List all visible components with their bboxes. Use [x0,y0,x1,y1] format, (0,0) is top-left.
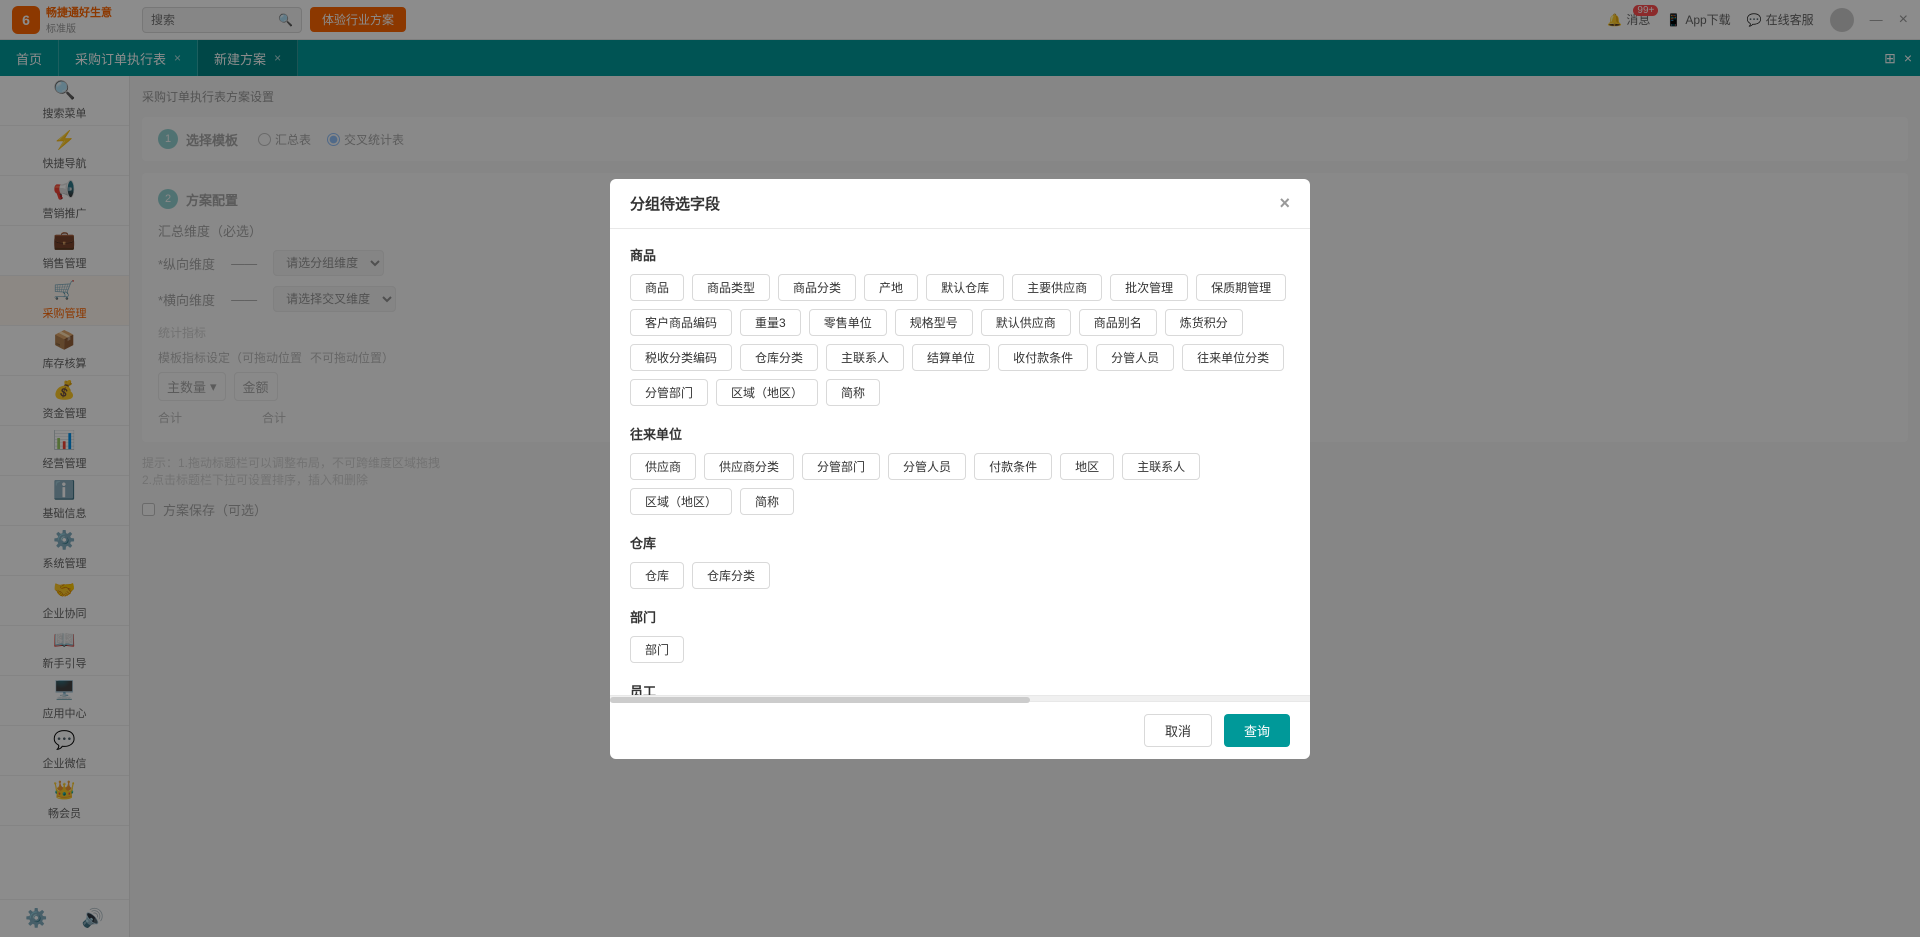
section-dept: 部门 部门 [630,607,1290,663]
tag-main-contact[interactable]: 主联系人 [826,344,904,371]
tag-payment-terms2[interactable]: 付款条件 [974,453,1052,480]
tag-warehouse-cat[interactable]: 仓库分类 [692,562,770,589]
tag-weight[interactable]: 重量3 [740,309,801,336]
dept-tags: 部门 [630,636,1290,663]
tag-customer-code[interactable]: 客户商品编码 [630,309,732,336]
modal-close-btn[interactable]: × [1279,194,1290,212]
tag-origin[interactable]: 产地 [864,274,918,301]
section-employee: 员工 业务员 [630,681,1290,695]
confirm-button[interactable]: 查询 [1224,714,1290,747]
tag-manager[interactable]: 分管人员 [1096,344,1174,371]
section-dept-title: 部门 [630,607,1290,626]
tag-payment-terms[interactable]: 收付款条件 [998,344,1088,371]
modal-horizontal-scrollbar[interactable] [610,695,1310,701]
section-employee-title: 员工 [630,681,1290,695]
tag-supplier-category[interactable]: 供应商分类 [704,453,794,480]
tag-goods[interactable]: 商品 [630,274,684,301]
tag-short-name[interactable]: 简称 [826,379,880,406]
section-warehouse: 仓库 仓库 仓库分类 [630,533,1290,589]
tag-retail-unit[interactable]: 零售单位 [809,309,887,336]
field-select-modal: 分组待选字段 × 商品 商品 商品类型 商品分类 产地 默认仓库 主要供应商 批… [610,179,1310,759]
tag-region[interactable]: 区域（地区） [716,379,818,406]
tag-points[interactable]: 炼货积分 [1165,309,1243,336]
modal-hscroll-thumb [610,697,1030,703]
tag-short-name2[interactable]: 简称 [740,488,794,515]
section-counterpart-title: 往来单位 [630,424,1290,443]
tag-goods-alias[interactable]: 商品别名 [1079,309,1157,336]
tag-region2[interactable]: 区域（地区） [630,488,732,515]
tag-main-supplier[interactable]: 主要供应商 [1012,274,1102,301]
modal-title: 分组待选字段 [630,193,720,214]
tag-default-warehouse[interactable]: 默认仓库 [926,274,1004,301]
tag-department[interactable]: 部门 [630,636,684,663]
section-counterpart: 往来单位 供应商 供应商分类 分管部门 分管人员 付款条件 地区 主联系人 区域… [630,424,1290,515]
tag-area[interactable]: 地区 [1060,453,1114,480]
tag-expiry-mgmt[interactable]: 保质期管理 [1196,274,1286,301]
modal-header: 分组待选字段 × [610,179,1310,229]
tag-default-supplier[interactable]: 默认供应商 [981,309,1071,336]
modal-body[interactable]: 商品 商品 商品类型 商品分类 产地 默认仓库 主要供应商 批次管理 保质期管理… [610,229,1310,695]
tag-manager2[interactable]: 分管人员 [888,453,966,480]
tag-dept[interactable]: 分管部门 [630,379,708,406]
tag-supplier[interactable]: 供应商 [630,453,696,480]
tag-goods-category[interactable]: 商品分类 [778,274,856,301]
tag-settlement-unit[interactable]: 结算单位 [912,344,990,371]
tag-warehouse-category[interactable]: 仓库分类 [740,344,818,371]
counterpart-tags: 供应商 供应商分类 分管部门 分管人员 付款条件 地区 主联系人 区域（地区） … [630,453,1290,515]
warehouse-tags: 仓库 仓库分类 [630,562,1290,589]
tag-batch-mgmt[interactable]: 批次管理 [1110,274,1188,301]
tag-main-contact2[interactable]: 主联系人 [1122,453,1200,480]
modal-overlay: 分组待选字段 × 商品 商品 商品类型 商品分类 产地 默认仓库 主要供应商 批… [0,0,1920,937]
section-goods: 商品 商品 商品类型 商品分类 产地 默认仓库 主要供应商 批次管理 保质期管理… [630,245,1290,406]
tag-dept2[interactable]: 分管部门 [802,453,880,480]
goods-tags: 商品 商品类型 商品分类 产地 默认仓库 主要供应商 批次管理 保质期管理 客户… [630,274,1290,406]
tag-tax-code[interactable]: 税收分类编码 [630,344,732,371]
modal-footer: 取消 查询 [610,701,1310,759]
cancel-button[interactable]: 取消 [1144,714,1212,747]
section-goods-title: 商品 [630,245,1290,264]
tag-counterpart-category[interactable]: 往来单位分类 [1182,344,1284,371]
tag-spec-model[interactable]: 规格型号 [895,309,973,336]
tag-goods-type[interactable]: 商品类型 [692,274,770,301]
tag-warehouse[interactable]: 仓库 [630,562,684,589]
section-warehouse-title: 仓库 [630,533,1290,552]
